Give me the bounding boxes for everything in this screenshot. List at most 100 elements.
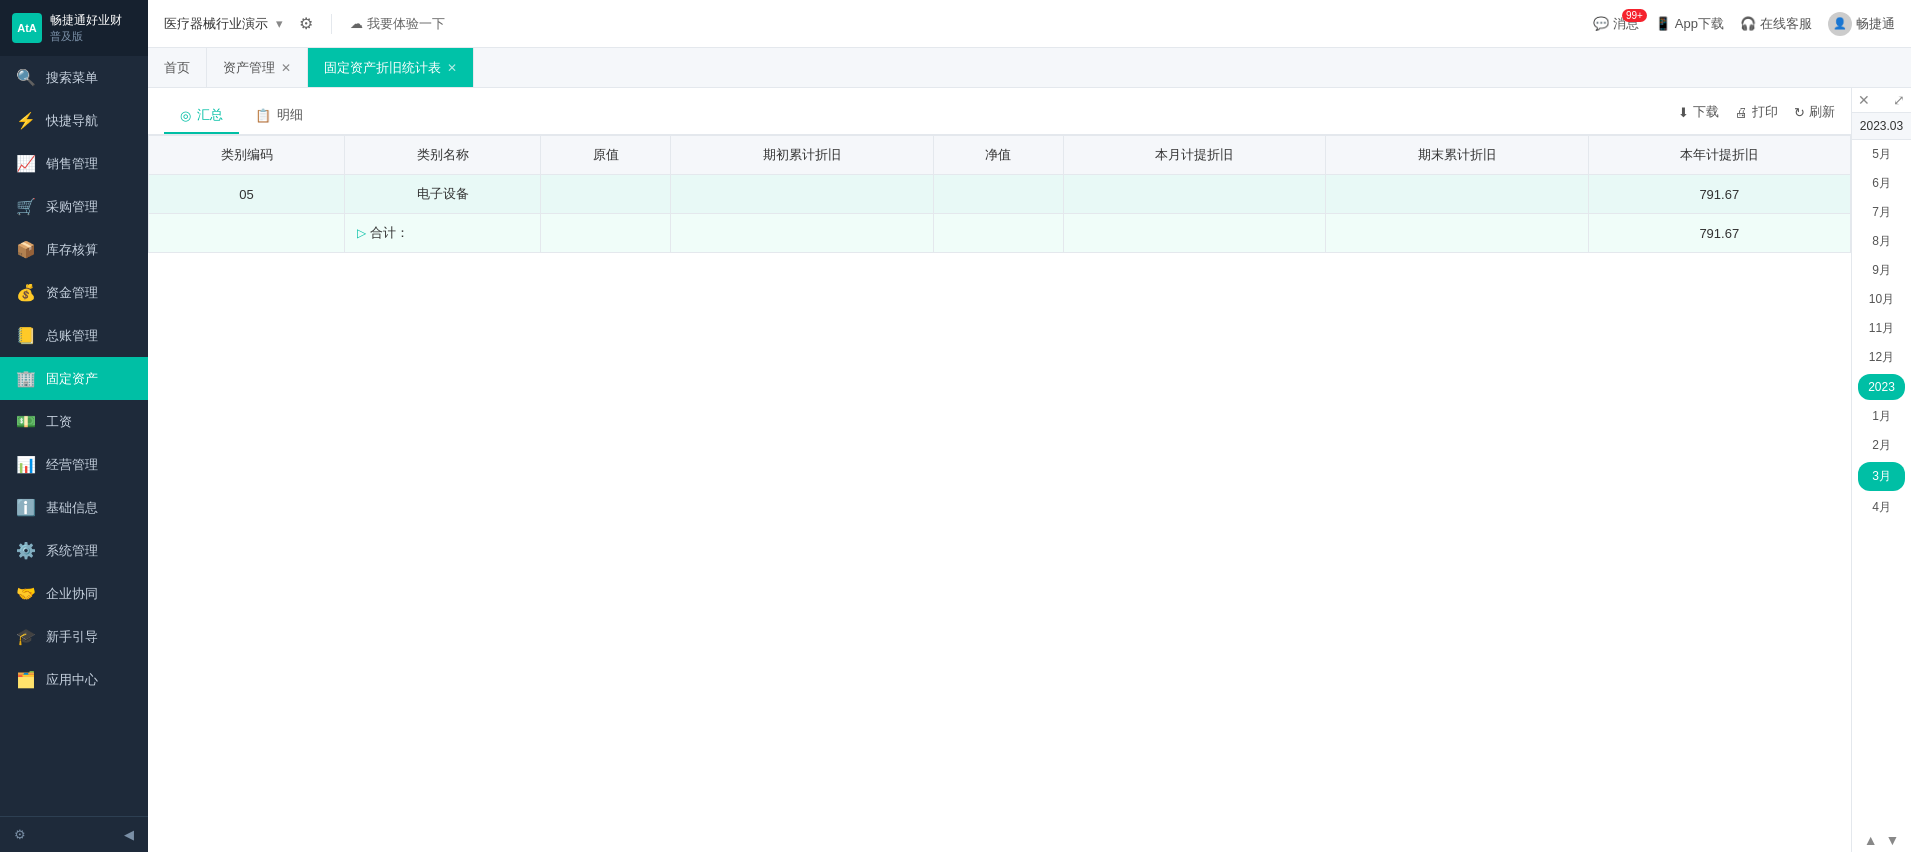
sidebar-collapse-icon[interactable]: ◀ xyxy=(124,827,134,842)
date-item-11[interactable]: 11月 xyxy=(1852,314,1911,343)
close-assets-tab[interactable]: ✕ xyxy=(281,61,291,75)
total-end-dep xyxy=(1326,214,1588,253)
date-panel: ✕ ⤢ 2023.03 5月 6月 7月 8月 9月 10月 11月 12月 2… xyxy=(1851,88,1911,852)
headset-icon: 🎧 xyxy=(1740,16,1756,31)
detail-tab-icon: 📋 xyxy=(255,108,271,123)
company-name: 医疗器械行业演示 xyxy=(164,15,268,33)
date-item-1[interactable]: 1月 xyxy=(1852,402,1911,431)
total-net xyxy=(933,214,1063,253)
sidebar-item-purchase[interactable]: 🛒 采购管理 xyxy=(0,185,148,228)
date-item-6[interactable]: 6月 xyxy=(1852,169,1911,198)
sidebar-item-fixed-assets[interactable]: 🏢 固定资产 xyxy=(0,357,148,400)
sidebar-footer: ⚙ ◀ xyxy=(0,816,148,852)
main-content: 医疗器械行业演示 ▾ ⚙ ☁ 我要体验一下 💬 消息 99+ 📱 App下载 🎧… xyxy=(148,0,1911,852)
tab-assets[interactable]: 资产管理 ✕ xyxy=(207,48,308,87)
sidebar-item-search[interactable]: 🔍 搜索菜单 xyxy=(0,56,148,99)
print-button[interactable]: 🖨 打印 xyxy=(1735,103,1778,121)
date-nav-down[interactable]: ▼ xyxy=(1886,832,1900,848)
sidebar-item-system[interactable]: ⚙️ 系统管理 xyxy=(0,529,148,572)
gear-icon: ⚙️ xyxy=(16,541,36,560)
company-settings-icon[interactable]: ⚙ xyxy=(299,14,313,33)
toolbar-right: ⬇ 下载 🖨 打印 ↻ 刷新 xyxy=(1678,103,1835,129)
col-monthly-dep: 本月计提折旧 xyxy=(1063,136,1325,175)
app-download-button[interactable]: 📱 App下载 xyxy=(1655,15,1724,33)
close-depreciation-tab[interactable]: ✕ xyxy=(447,61,457,75)
sidebar-item-basicinfo[interactable]: ℹ️ 基础信息 xyxy=(0,486,148,529)
building-icon: 🏢 xyxy=(16,369,36,388)
sidebar-item-finance[interactable]: 💰 资金管理 xyxy=(0,271,148,314)
search-icon: 🔍 xyxy=(16,68,36,87)
cell-initial-dep xyxy=(671,175,933,214)
panel-expand-btn[interactable]: ⤢ xyxy=(1893,92,1905,108)
sidebar-item-wage[interactable]: 💵 工资 xyxy=(0,400,148,443)
cloud-icon: ☁ xyxy=(350,16,363,31)
info-icon: ℹ️ xyxy=(16,498,36,517)
sub-tab-detail[interactable]: 📋 明细 xyxy=(239,98,319,134)
box-icon: 📦 xyxy=(16,240,36,259)
date-item-8[interactable]: 8月 xyxy=(1852,227,1911,256)
tab-home[interactable]: 首页 xyxy=(148,48,207,87)
cell-name: 电子设备 xyxy=(345,175,541,214)
app-logo-text: 畅捷通好业财 普及版 xyxy=(50,12,122,44)
download-button[interactable]: ⬇ 下载 xyxy=(1678,103,1719,121)
refresh-button[interactable]: ↻ 刷新 xyxy=(1794,103,1835,121)
total-expand-icon[interactable]: ▷ xyxy=(357,226,366,240)
money-icon: 💰 xyxy=(16,283,36,302)
col-net: 净值 xyxy=(933,136,1063,175)
book-icon: 📒 xyxy=(16,326,36,345)
col-code: 类别编码 xyxy=(149,136,345,175)
refresh-icon: ↻ xyxy=(1794,105,1805,120)
sidebar-item-quicknav[interactable]: ⚡ 快捷导航 xyxy=(0,99,148,142)
online-service-button[interactable]: 🎧 在线客服 xyxy=(1740,15,1812,33)
date-item-5[interactable]: 5月 xyxy=(1852,140,1911,169)
messages-button[interactable]: 💬 消息 99+ xyxy=(1593,15,1639,33)
date-item-year-2023[interactable]: 2023 xyxy=(1858,374,1905,400)
depreciation-table-wrapper: 类别编码 类别名称 原值 期初累计折旧 净值 本月计提折旧 期末累计折旧 本年计… xyxy=(148,135,1851,852)
sidebar-item-apps[interactable]: 🗂️ 应用中心 xyxy=(0,658,148,701)
tab-depreciation[interactable]: 固定资产折旧统计表 ✕ xyxy=(308,48,474,87)
date-item-4[interactable]: 4月 xyxy=(1852,493,1911,522)
total-name: ▷ 合计： xyxy=(345,214,541,253)
print-icon: 🖨 xyxy=(1735,105,1748,120)
col-original: 原值 xyxy=(541,136,671,175)
download-icon: ⬇ xyxy=(1678,105,1689,120)
sidebar-nav: 🔍 搜索菜单 ⚡ 快捷导航 📈 销售管理 🛒 采购管理 📦 库存核算 💰 资金管… xyxy=(0,56,148,816)
sidebar-item-ledger[interactable]: 📒 总账管理 xyxy=(0,314,148,357)
message-badge: 99+ xyxy=(1622,9,1647,22)
col-end-dep: 期末累计折旧 xyxy=(1326,136,1588,175)
sidebar-item-enterprise[interactable]: 🤝 企业协同 xyxy=(0,572,148,615)
sidebar-item-sales[interactable]: 📈 销售管理 xyxy=(0,142,148,185)
topbar-right: 💬 消息 99+ 📱 App下载 🎧 在线客服 👤 畅捷通 xyxy=(1593,12,1895,36)
total-initial-dep xyxy=(671,214,933,253)
date-nav-up[interactable]: ▲ xyxy=(1864,832,1878,848)
sidebar-settings-icon[interactable]: ⚙ xyxy=(14,827,26,842)
handshake-icon: 🤝 xyxy=(16,584,36,603)
message-icon: 💬 xyxy=(1593,16,1609,31)
sidebar-item-management[interactable]: 📊 经营管理 xyxy=(0,443,148,486)
divider xyxy=(331,14,332,34)
date-item-7[interactable]: 7月 xyxy=(1852,198,1911,227)
date-item-10[interactable]: 10月 xyxy=(1852,285,1911,314)
cell-net xyxy=(933,175,1063,214)
panel-close-btn[interactable]: ✕ xyxy=(1858,92,1870,108)
date-nav: ▲ ▼ xyxy=(1852,828,1911,852)
main-panel: ◎ 汇总 📋 明细 ⬇ 下载 🖨 打印 xyxy=(148,88,1851,852)
sidebar-item-newbie[interactable]: 🎓 新手引导 xyxy=(0,615,148,658)
guide-icon: 🎓 xyxy=(16,627,36,646)
date-item-2[interactable]: 2月 xyxy=(1852,431,1911,460)
company-dropdown-icon[interactable]: ▾ xyxy=(276,16,283,31)
date-item-9[interactable]: 9月 xyxy=(1852,256,1911,285)
cell-end-dep xyxy=(1326,175,1588,214)
sub-tab-summary[interactable]: ◎ 汇总 xyxy=(164,98,239,134)
sidebar-item-inventory[interactable]: 📦 库存核算 xyxy=(0,228,148,271)
try-button[interactable]: ☁ 我要体验一下 xyxy=(350,15,445,33)
sub-tabs-bar: ◎ 汇总 📋 明细 ⬇ 下载 🖨 打印 xyxy=(148,88,1851,135)
topbar-left: 医疗器械行业演示 ▾ ⚙ ☁ 我要体验一下 xyxy=(164,14,445,34)
date-item-12[interactable]: 12月 xyxy=(1852,343,1911,372)
date-item-3-active[interactable]: 3月 xyxy=(1858,462,1905,491)
user-avatar: 👤 xyxy=(1828,12,1852,36)
user-menu[interactable]: 👤 畅捷通 xyxy=(1828,12,1895,36)
cell-monthly-dep xyxy=(1063,175,1325,214)
apps-icon: 🗂️ xyxy=(16,670,36,689)
content-area: ◎ 汇总 📋 明细 ⬇ 下载 🖨 打印 xyxy=(148,88,1911,852)
